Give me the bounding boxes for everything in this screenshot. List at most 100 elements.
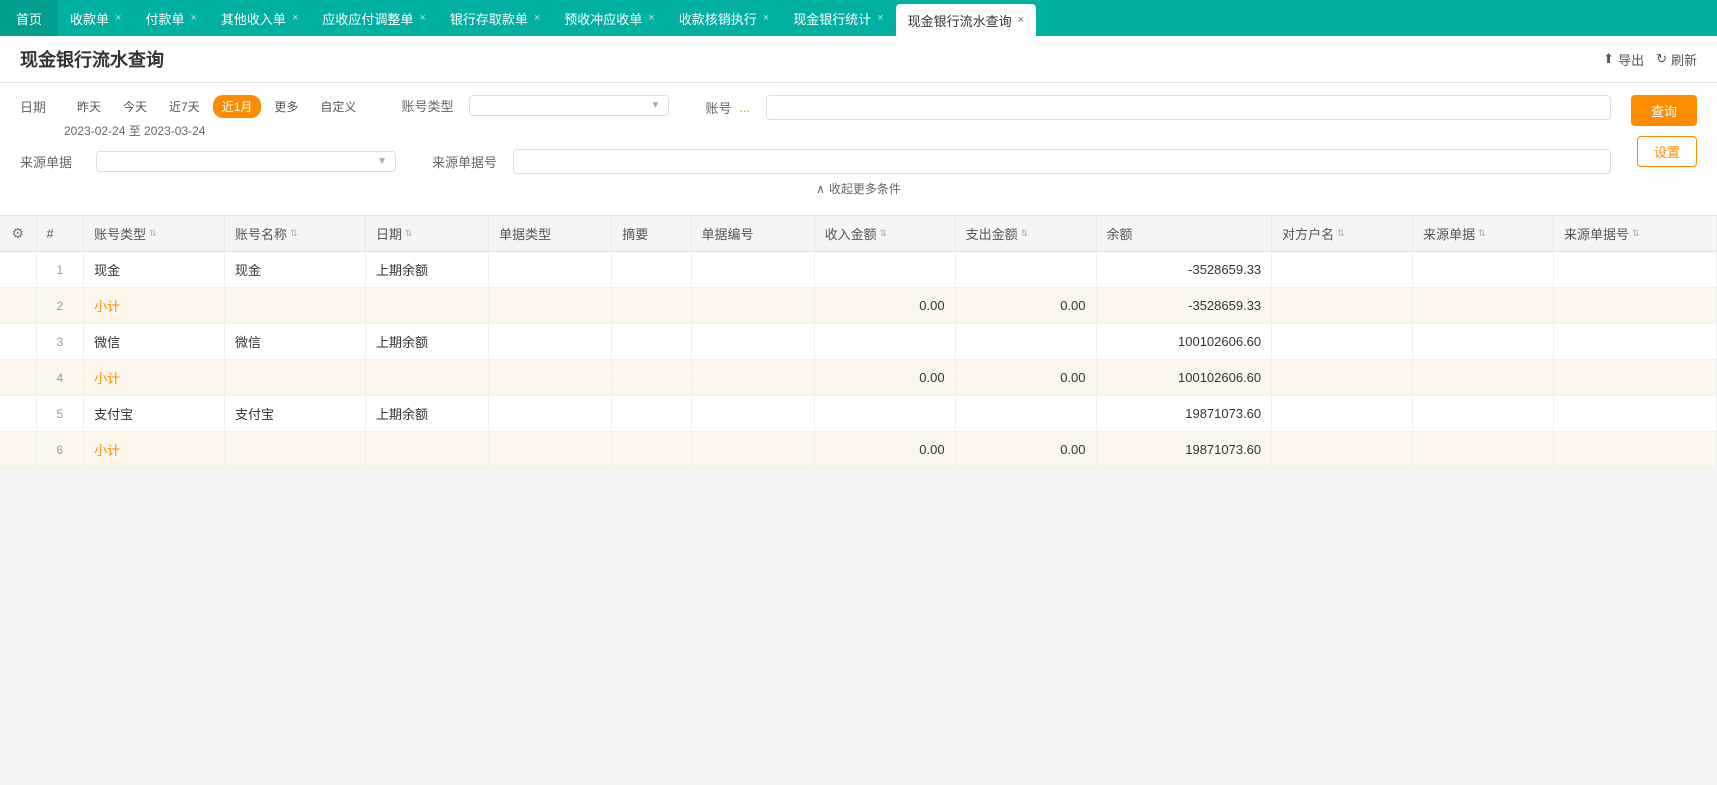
td-income: 0.00	[814, 432, 955, 468]
nav-tab-payments[interactable]: 付款单 ×	[133, 0, 208, 36]
td-doc-type	[489, 288, 612, 324]
source-doc-select[interactable]: ▼	[96, 151, 396, 172]
td-doc-no	[691, 432, 814, 468]
account-type-select[interactable]: ▼	[469, 95, 669, 116]
table-row: 1现金现金上期余额-3528659.33	[0, 252, 1717, 288]
td-balance: -3528659.33	[1096, 252, 1272, 288]
td-expense	[955, 252, 1096, 288]
export-button[interactable]: ⬆ 导出	[1603, 50, 1644, 69]
source-doc-no-input[interactable]	[513, 149, 1611, 174]
close-tab-other-income[interactable]: ×	[292, 12, 298, 24]
td-no: 2	[36, 288, 84, 324]
data-table: ⚙ # 账号类型 ⇅ 账号名称 ⇅ 日期	[0, 216, 1717, 468]
sort-icon-account-type: ⇅	[149, 228, 157, 239]
td-doc-type	[489, 252, 612, 288]
th-source-doc[interactable]: 来源单据 ⇅	[1413, 216, 1554, 252]
th-doc-type[interactable]: 单据类型	[489, 216, 612, 252]
th-account-name[interactable]: 账号名称 ⇅	[225, 216, 366, 252]
account-type-label: 账号类型	[401, 96, 461, 115]
th-doc-no[interactable]: 单据编号	[691, 216, 814, 252]
refresh-button[interactable]: ↻ 刷新	[1656, 50, 1697, 69]
td-no: 1	[36, 252, 84, 288]
td-source-doc	[1413, 432, 1554, 468]
table-row: 3微信微信上期余额100102606.60	[0, 324, 1717, 360]
td-summary	[612, 288, 691, 324]
td-doc-type	[489, 432, 612, 468]
td-gear	[0, 432, 36, 468]
td-no: 5	[36, 396, 84, 432]
nav-tab-advance-offset[interactable]: 预收冲应收单 ×	[552, 0, 666, 36]
nav-tab-bank-deposit[interactable]: 银行存取款单 ×	[438, 0, 552, 36]
td-counterparty	[1272, 360, 1413, 396]
close-tab-receipt-writeoff[interactable]: ×	[763, 12, 769, 24]
td-doc-type	[489, 324, 612, 360]
account-type-arrow-icon: ▼	[651, 100, 661, 111]
nav-tab-cash-bank-flow[interactable]: 现金银行流水查询 ×	[896, 4, 1036, 36]
collapse-bar[interactable]: ∧ 收起更多条件	[20, 174, 1697, 203]
td-balance: 100102606.60	[1096, 324, 1272, 360]
td-account-name	[225, 432, 366, 468]
th-income[interactable]: 收入金额 ⇅	[814, 216, 955, 252]
gear-icon: ⚙	[11, 225, 24, 241]
nav-home[interactable]: 首页	[0, 0, 58, 36]
th-account-type[interactable]: 账号类型 ⇅	[84, 216, 225, 252]
nav-tab-receipt-writeoff[interactable]: 收款核销执行 ×	[667, 0, 781, 36]
th-counterparty[interactable]: 对方户名 ⇅	[1272, 216, 1413, 252]
td-doc-no	[691, 324, 814, 360]
td-source-doc-no	[1554, 360, 1717, 396]
account-input[interactable]	[766, 95, 1611, 120]
th-source-doc-no[interactable]: 来源单据号 ⇅	[1554, 216, 1717, 252]
td-gear	[0, 324, 36, 360]
settings-button[interactable]: 设置	[1637, 136, 1697, 167]
td-counterparty	[1272, 396, 1413, 432]
refresh-icon: ↻	[1656, 51, 1667, 67]
filter-right-actions: 查询 设置	[1631, 95, 1697, 167]
td-source-doc-no	[1554, 432, 1717, 468]
nav-tab-other-income[interactable]: 其他收入单 ×	[209, 0, 310, 36]
account-dots-button[interactable]: ...	[739, 100, 750, 115]
sort-icon-account-name: ⇅	[290, 228, 298, 239]
date-btn-1month[interactable]: 近1月	[213, 95, 262, 118]
td-balance: 19871073.60	[1096, 432, 1272, 468]
td-date: 上期余额	[365, 396, 488, 432]
date-btn-yesterday[interactable]: 昨天	[68, 95, 110, 118]
page-title: 现金银行流水查询	[20, 46, 164, 72]
nav-tab-receipts[interactable]: 收款单 ×	[58, 0, 133, 36]
td-account-type: 小计	[84, 360, 225, 396]
th-balance[interactable]: 余额	[1096, 216, 1272, 252]
th-no[interactable]: #	[36, 216, 84, 252]
close-tab-cash-bank-flow[interactable]: ×	[1018, 14, 1024, 26]
date-range: 2023-02-24 至 2023-03-24	[64, 124, 205, 138]
table-container: ⚙ # 账号类型 ⇅ 账号名称 ⇅ 日期	[0, 216, 1717, 468]
th-gear[interactable]: ⚙	[0, 216, 36, 252]
query-button[interactable]: 查询	[1631, 95, 1697, 126]
close-tab-ar-ap-adjust[interactable]: ×	[419, 12, 425, 24]
close-tab-bank-deposit[interactable]: ×	[534, 12, 540, 24]
date-btn-today[interactable]: 今天	[114, 95, 156, 118]
date-btn-more[interactable]: 更多	[265, 95, 307, 118]
th-summary[interactable]: 摘要	[612, 216, 691, 252]
td-expense: 0.00	[955, 288, 1096, 324]
td-date	[365, 432, 488, 468]
td-summary	[612, 252, 691, 288]
close-tab-cash-bank-stats[interactable]: ×	[877, 12, 883, 24]
close-tab-receipts[interactable]: ×	[115, 12, 121, 24]
td-gear	[0, 252, 36, 288]
th-date[interactable]: 日期 ⇅	[365, 216, 488, 252]
close-tab-advance-offset[interactable]: ×	[648, 12, 654, 24]
nav-tab-ar-ap-adjust[interactable]: 应收应付调整单 ×	[310, 0, 437, 36]
nav-tab-cash-bank-stats[interactable]: 现金银行统计 ×	[781, 0, 895, 36]
td-expense: 0.00	[955, 432, 1096, 468]
date-options: 昨天 今天 近7天 近1月 更多 自定义	[68, 95, 365, 118]
date-btn-7days[interactable]: 近7天	[160, 95, 209, 118]
td-source-doc	[1413, 252, 1554, 288]
date-btn-custom[interactable]: 自定义	[311, 95, 365, 118]
close-tab-payments[interactable]: ×	[190, 12, 196, 24]
td-account-name	[225, 360, 366, 396]
td-no: 4	[36, 360, 84, 396]
th-expense[interactable]: 支出金额 ⇅	[955, 216, 1096, 252]
td-expense	[955, 324, 1096, 360]
td-doc-no	[691, 252, 814, 288]
source-doc-no-label: 来源单据号	[432, 152, 497, 171]
td-source-doc-no	[1554, 252, 1717, 288]
